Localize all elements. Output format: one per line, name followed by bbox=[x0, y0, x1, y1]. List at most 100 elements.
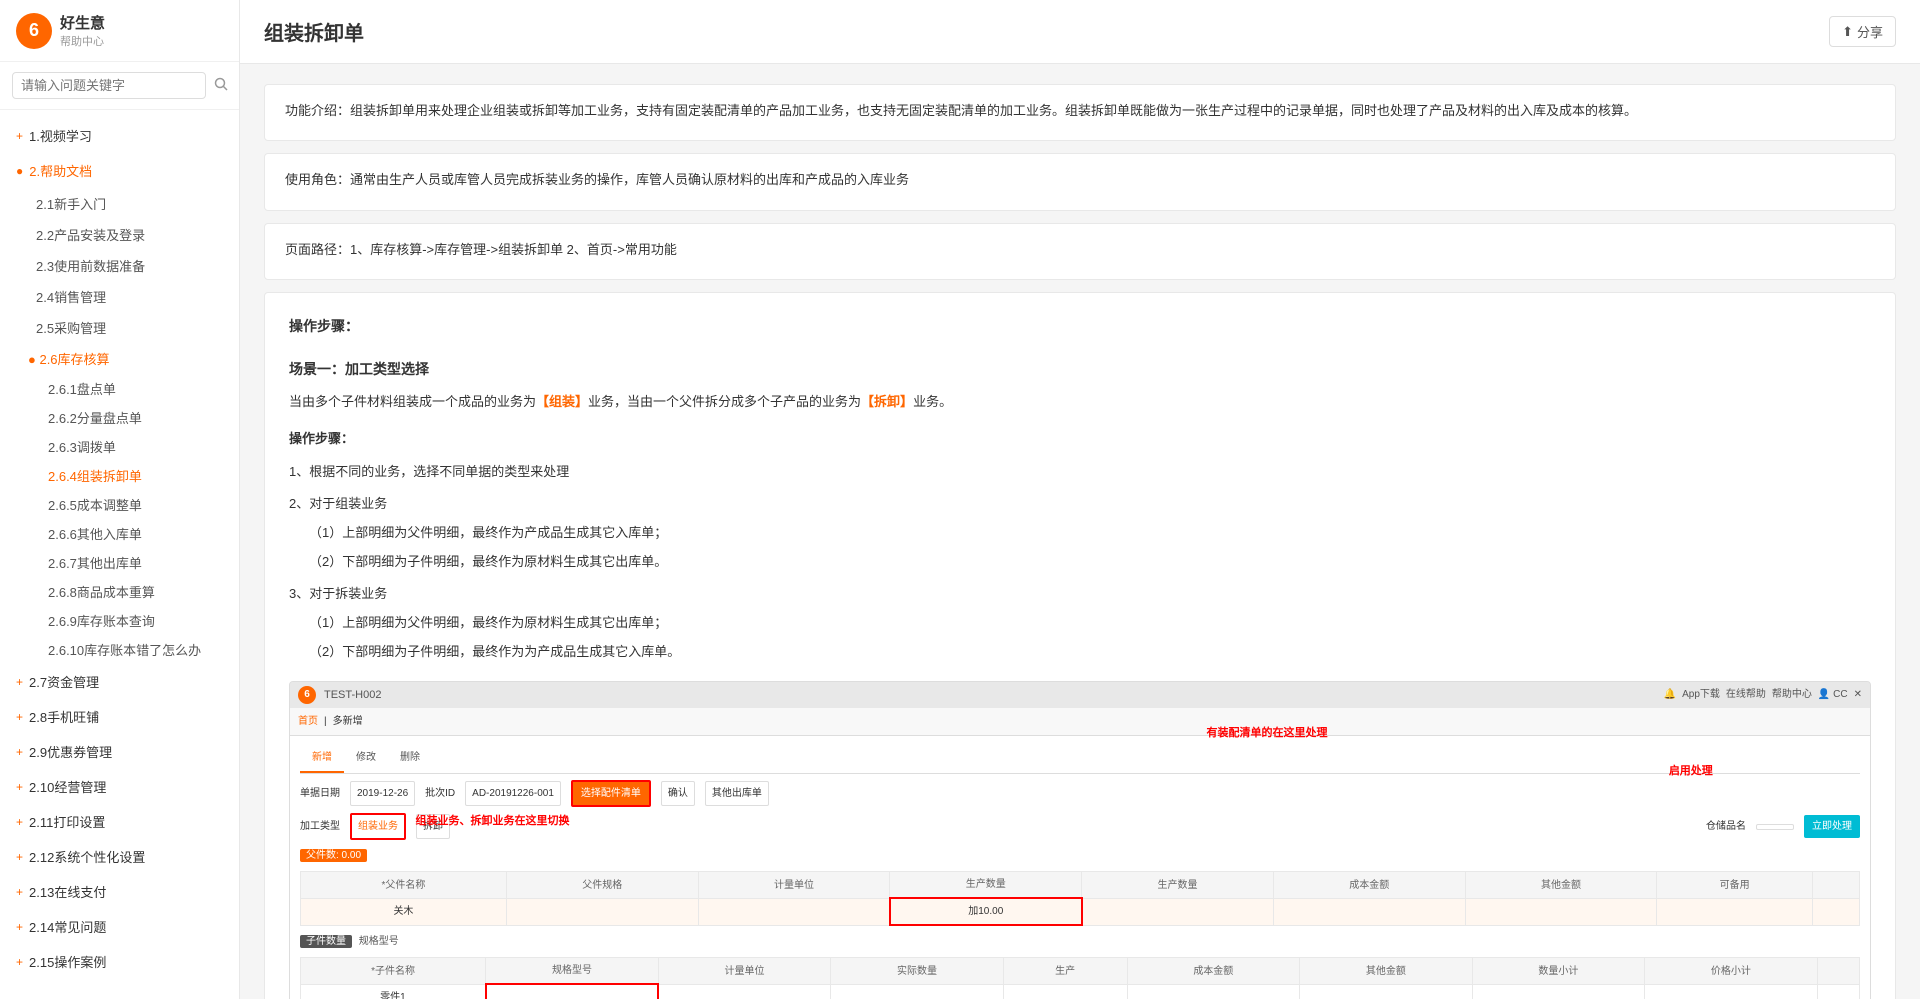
expand-icon-2-14: + bbox=[16, 920, 23, 934]
mock-other-btn[interactable]: 其他出库单 bbox=[705, 781, 769, 806]
sidebar: 6 好生意 帮助中心 + 1.视频学习 ● 2.帮助文档 bbox=[0, 0, 240, 999]
mock-form-row2: 加工类型 组装业务 拆卸 仓储品名 立即处理 bbox=[300, 813, 1860, 840]
mock-lower-cell-1-other bbox=[1300, 984, 1473, 999]
step1: 1、根据不同的业务，选择不同单据的类型来处理 bbox=[289, 460, 1871, 485]
screenshot-wrapper: 6 TEST-H002 🔔 App下载 在线帮助 帮助中心 👤 CC ✕ bbox=[289, 681, 1871, 999]
nav-sub-sub-2-6-6[interactable]: 2.6.6其他入库单 bbox=[0, 519, 239, 548]
nav-sub-sub-2-6-3[interactable]: 2.6.3调拨单 bbox=[0, 432, 239, 461]
mock-upper-cell-action bbox=[1812, 898, 1859, 925]
nav-category-2-8[interactable]: + 2.8手机旺铺 bbox=[0, 699, 239, 734]
mock-lower-cell-1-psub bbox=[1645, 984, 1818, 999]
page-title: 组装拆卸单 bbox=[264, 17, 364, 46]
mock-bill-label: 批次ID bbox=[425, 784, 455, 803]
mock-warehouse-input[interactable] bbox=[1756, 824, 1794, 830]
mock-tab-delete[interactable]: 删除 bbox=[388, 744, 432, 773]
nav-category-2-10[interactable]: + 2.10经营管理 bbox=[0, 769, 239, 804]
nav-label-2-9: 2.9优惠券管理 bbox=[29, 742, 112, 761]
mock-upper-cell-prod2 bbox=[1082, 898, 1274, 925]
mock-form: 新增 修改 删除 单据日期 2019-12-26 批次ID AD-2019122… bbox=[290, 736, 1870, 999]
mock-lth-prod: 生产 bbox=[1003, 958, 1127, 985]
mock-lower-cell-1-prod bbox=[1003, 984, 1127, 999]
mock-upper-cell-avail bbox=[1657, 898, 1813, 925]
nav-label-2-15: 2.15操作案例 bbox=[29, 952, 106, 971]
mock-lower-cell-1-actual bbox=[831, 984, 1004, 999]
nav-label-1: 1.视频学习 bbox=[29, 126, 92, 145]
nav-category-2-14[interactable]: + 2.14常见问题 bbox=[0, 909, 239, 944]
mock-lower-row-1: 零件1 bbox=[301, 984, 1860, 999]
nav-category-2-9[interactable]: + 2.9优惠券管理 bbox=[0, 734, 239, 769]
mock-upper-cell-spec bbox=[506, 898, 698, 925]
expand-icon-2-8: + bbox=[16, 710, 23, 724]
nav-category-1[interactable]: + 1.视频学习 bbox=[0, 118, 239, 153]
mock-enable-btn[interactable]: 立即处理 bbox=[1804, 815, 1860, 838]
nav-category-2[interactable]: ● 2.帮助文档 bbox=[0, 153, 239, 188]
nav-sub-sub-2-6-8[interactable]: 2.6.8商品成本重算 bbox=[0, 577, 239, 606]
mock-lth-cost: 成本金额 bbox=[1127, 958, 1300, 985]
step3-sub-list: （1）上部明细为父件明细，最终作为原材料生成其它出库单； （2）下部明细为子件明… bbox=[289, 611, 1871, 664]
nav-label-2-11: 2.11打印设置 bbox=[29, 812, 105, 831]
mock-upper-table: *父件名称 父件规格 计量单位 生产数量 生产数量 成本金额 其他金额 可备用 bbox=[300, 871, 1860, 926]
nav-sub-2-5[interactable]: 2.5采购管理 bbox=[0, 312, 239, 343]
nav-category-2-15[interactable]: + 2.15操作案例 bbox=[0, 944, 239, 979]
user-role-text: 使用角色：通常由生产人员或库管人员完成拆装业务的操作，库管人员确认原材料的出库和… bbox=[285, 168, 1875, 191]
nav-category-2-13[interactable]: + 2.13在线支付 bbox=[0, 874, 239, 909]
nav-item-videos: + 1.视频学习 bbox=[0, 118, 239, 153]
user-role-block: 使用角色：通常由生产人员或库管人员完成拆装业务的操作，库管人员确认原材料的出库和… bbox=[264, 153, 1896, 210]
search-button[interactable] bbox=[210, 73, 232, 98]
mock-upper-label: 父件数: 0.00 bbox=[300, 846, 1860, 865]
expand-icon-2-6: ● bbox=[28, 352, 39, 367]
nav-sub-sub-2-6-10[interactable]: 2.6.10库存账本错了怎么办 bbox=[0, 635, 239, 664]
nav-sub-sub-2-6-5[interactable]: 2.6.5成本调整单 bbox=[0, 490, 239, 519]
expand-icon-2-12: + bbox=[16, 850, 23, 864]
mock-lower-table: *子件名称 规格型号 计量单位 实际数量 生产 成本金额 其他金额 数量小计 价… bbox=[300, 957, 1860, 999]
feature-intro-text: 功能介绍：组装拆卸单用来处理企业组装或拆卸等加工业务，支持有固定装配清单的产品加… bbox=[285, 99, 1875, 122]
mock-th-unit: 计量单位 bbox=[698, 872, 890, 899]
mock-lower-cell-1-spec[interactable] bbox=[486, 984, 659, 999]
share-icon: ⬆ bbox=[1842, 24, 1853, 40]
search-input[interactable] bbox=[12, 72, 206, 99]
mock-lth-spec: 规格型号 bbox=[486, 958, 659, 985]
mock-type-value-dis[interactable]: 拆卸 bbox=[416, 814, 450, 839]
mock-tab-edit[interactable]: 修改 bbox=[344, 744, 388, 773]
mock-warehouse-label: 仓储品名 bbox=[1706, 817, 1746, 836]
search-box[interactable] bbox=[0, 62, 239, 110]
mock-config-btn[interactable]: 选择配件清单 bbox=[571, 780, 651, 807]
mock-nav-inventory[interactable]: 多新增 bbox=[333, 712, 363, 731]
mock-logo: 6 bbox=[298, 686, 316, 704]
nav-category-2-12[interactable]: + 2.12系统个性化设置 bbox=[0, 839, 239, 874]
expand-icon-2-11: + bbox=[16, 815, 23, 829]
share-button[interactable]: ⬆ 分享 bbox=[1829, 16, 1896, 47]
mock-tab-active[interactable]: 新增 bbox=[300, 744, 344, 773]
feature-intro-block: 功能介绍：组装拆卸单用来处理企业组装或拆卸等加工业务，支持有固定装配清单的产品加… bbox=[264, 84, 1896, 141]
mock-upper-cell-prod[interactable]: 加10.00 bbox=[890, 898, 1082, 925]
nav-label-2-12: 2.12系统个性化设置 bbox=[29, 847, 145, 866]
nav-sub-2-1[interactable]: 2.1新手入门 bbox=[0, 188, 239, 219]
nav-sub-2-3[interactable]: 2.3使用前数据准备 bbox=[0, 250, 239, 281]
content-area: 功能介绍：组装拆卸单用来处理企业组装或拆卸等加工业务，支持有固定装配清单的产品加… bbox=[240, 64, 1920, 999]
mock-lth-qty-sub: 数量小计 bbox=[1472, 958, 1645, 985]
nav-category-2-7[interactable]: + 2.7资金管理 bbox=[0, 664, 239, 699]
nav-sub-sub-2-6-4[interactable]: 2.6.4组装拆卸单 bbox=[0, 461, 239, 490]
mock-date-value[interactable]: 2019-12-26 bbox=[350, 781, 415, 806]
mock-type-value-org[interactable]: 组装业务 bbox=[350, 813, 406, 840]
nav-sub-sub-2-6-2[interactable]: 2.6.2分量盘点单 bbox=[0, 403, 239, 432]
nav-sub-sub-2-6-9[interactable]: 2.6.9库存账本查询 bbox=[0, 606, 239, 635]
nav-category-2-11[interactable]: + 2.11打印设置 bbox=[0, 804, 239, 839]
highlight-chaiqing: 【拆卸】 bbox=[861, 394, 913, 409]
mock-close-icon[interactable]: ✕ bbox=[1854, 685, 1862, 704]
mock-icon-app: App下载 bbox=[1682, 685, 1720, 704]
expand-icon-2-15: + bbox=[16, 955, 23, 969]
nav-sub-2-4[interactable]: 2.4销售管理 bbox=[0, 281, 239, 312]
nav-sub-2: 2.1新手入门 2.2产品安装及登录 2.3使用前数据准备 2.4销售管理 2.… bbox=[0, 188, 239, 664]
mock-icon-bell: 🔔 bbox=[1664, 685, 1676, 704]
mock-confirm-btn[interactable]: 确认 bbox=[661, 781, 695, 806]
nav-item-docs: ● 2.帮助文档 2.1新手入门 2.2产品安装及登录 2.3使用前数据准备 2… bbox=[0, 153, 239, 664]
nav-sub-2-2[interactable]: 2.2产品安装及登录 bbox=[0, 219, 239, 250]
mock-topbar-right: 🔔 App下载 在线帮助 帮助中心 👤 CC ✕ bbox=[1664, 685, 1862, 704]
nav-sub-2-6[interactable]: ● 2.6库存核算 bbox=[0, 343, 239, 374]
mock-nav-home[interactable]: 首页 bbox=[298, 712, 318, 731]
nav-sub-sub-2-6-7[interactable]: 2.6.7其他出库单 bbox=[0, 548, 239, 577]
expand-icon-2: ● bbox=[16, 164, 23, 178]
mock-toolbar: 首页 | 多新增 bbox=[290, 708, 1870, 736]
nav-sub-sub-2-6-1[interactable]: 2.6.1盘点单 bbox=[0, 374, 239, 403]
